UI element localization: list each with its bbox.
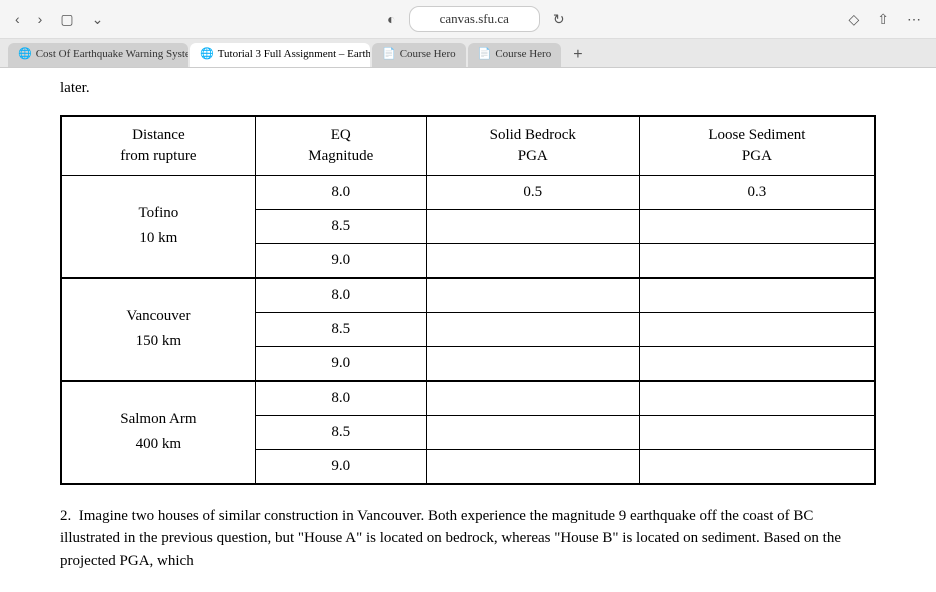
magnitude-cell-2-2: 9.0	[255, 449, 426, 484]
tab-favicon: 🌐	[18, 47, 32, 62]
sediment-cell-2-2	[639, 449, 875, 484]
location-cell-0: Tofino10 km	[61, 175, 255, 278]
col-header-magnitude: EQ Magnitude	[255, 116, 426, 176]
col-header-sediment: Loose Sediment PGA	[639, 116, 875, 176]
tab-label: Course Hero	[495, 47, 551, 62]
col-header-bedrock: Solid Bedrock PGA	[426, 116, 639, 176]
bedrock-cell-1-1	[426, 312, 639, 346]
nav-bar: ‹ › ▢ ⌄ ◐ canvas.sfu.ca ↻ ◇ ⇧ ⋯	[0, 0, 936, 39]
bedrock-cell-2-1	[426, 415, 639, 449]
bedrock-cell-0-2	[426, 243, 639, 278]
question2-number: 2.	[60, 508, 71, 524]
shield-icon[interactable]: ◇	[843, 9, 864, 30]
tab-cost-earthquake[interactable]: 🌐 Cost Of Earthquake Warning System	[8, 43, 188, 66]
data-table: Distance from rupture EQ Magnitude Solid…	[60, 115, 876, 485]
sediment-cell-2-1	[639, 415, 875, 449]
magnitude-cell-2-0: 8.0	[255, 381, 426, 416]
sediment-cell-1-2	[639, 346, 875, 381]
location-cell-2: Salmon Arm400 km	[61, 381, 255, 484]
upload-icon[interactable]: ⇧	[872, 9, 894, 30]
share-icon[interactable]: ◐	[382, 9, 400, 29]
tab-favicon: 📄	[478, 47, 492, 62]
bedrock-cell-1-2	[426, 346, 639, 381]
bedrock-cell-1-0	[426, 278, 639, 313]
back-button[interactable]: ‹	[10, 9, 25, 29]
refresh-button[interactable]: ↻	[548, 9, 570, 30]
menu-button[interactable]: ⌄	[87, 9, 109, 30]
sediment-cell-0-0: 0.3	[639, 175, 875, 209]
tab-view-button[interactable]: ▢	[55, 9, 78, 30]
location-cell-1: Vancouver150 km	[61, 278, 255, 381]
page-content: later. Distance from rupture EQ Magnitud…	[0, 68, 936, 592]
question2-text: 2. Imagine two houses of similar constru…	[60, 505, 876, 573]
tab-label: Cost Of Earthquake Warning System	[36, 47, 188, 62]
bedrock-cell-0-1	[426, 209, 639, 243]
tab-tutorial3[interactable]: 🌐 Tutorial 3 Full Assignment – Earthquak…	[190, 43, 370, 66]
tab-favicon: 🌐	[200, 47, 214, 62]
tab-label: Tutorial 3 Full Assignment – Earthquake …	[218, 47, 370, 62]
bedrock-cell-2-2	[426, 449, 639, 484]
tab-coursehero1[interactable]: 📄 Course Hero	[372, 43, 466, 66]
more-button[interactable]: ⋯	[902, 9, 926, 30]
bedrock-cell-0-0: 0.5	[426, 175, 639, 209]
browser-chrome: ‹ › ▢ ⌄ ◐ canvas.sfu.ca ↻ ◇ ⇧ ⋯ 🌐 Cost O…	[0, 0, 936, 68]
sediment-cell-0-1	[639, 209, 875, 243]
sediment-cell-0-2	[639, 243, 875, 278]
bedrock-cell-2-0	[426, 381, 639, 416]
sediment-cell-2-0	[639, 381, 875, 416]
magnitude-cell-1-2: 9.0	[255, 346, 426, 381]
sediment-cell-1-0	[639, 278, 875, 313]
tab-favicon: 📄	[382, 47, 396, 62]
magnitude-cell-0-0: 8.0	[255, 175, 426, 209]
magnitude-cell-0-1: 8.5	[255, 209, 426, 243]
magnitude-cell-2-1: 8.5	[255, 415, 426, 449]
tab-label: Course Hero	[400, 47, 456, 62]
magnitude-cell-1-1: 8.5	[255, 312, 426, 346]
forward-button[interactable]: ›	[33, 9, 48, 29]
tab-coursehero2[interactable]: 📄 Course Hero	[468, 43, 562, 66]
sediment-cell-1-1	[639, 312, 875, 346]
magnitude-cell-0-2: 9.0	[255, 243, 426, 278]
magnitude-cell-1-0: 8.0	[255, 278, 426, 313]
col-header-distance: Distance from rupture	[61, 116, 255, 176]
address-bar[interactable]: canvas.sfu.ca	[409, 6, 540, 32]
new-tab-button[interactable]: +	[567, 44, 588, 66]
intro-text: later.	[60, 78, 876, 99]
tab-bar: 🌐 Cost Of Earthquake Warning System 🌐 Tu…	[0, 39, 936, 66]
